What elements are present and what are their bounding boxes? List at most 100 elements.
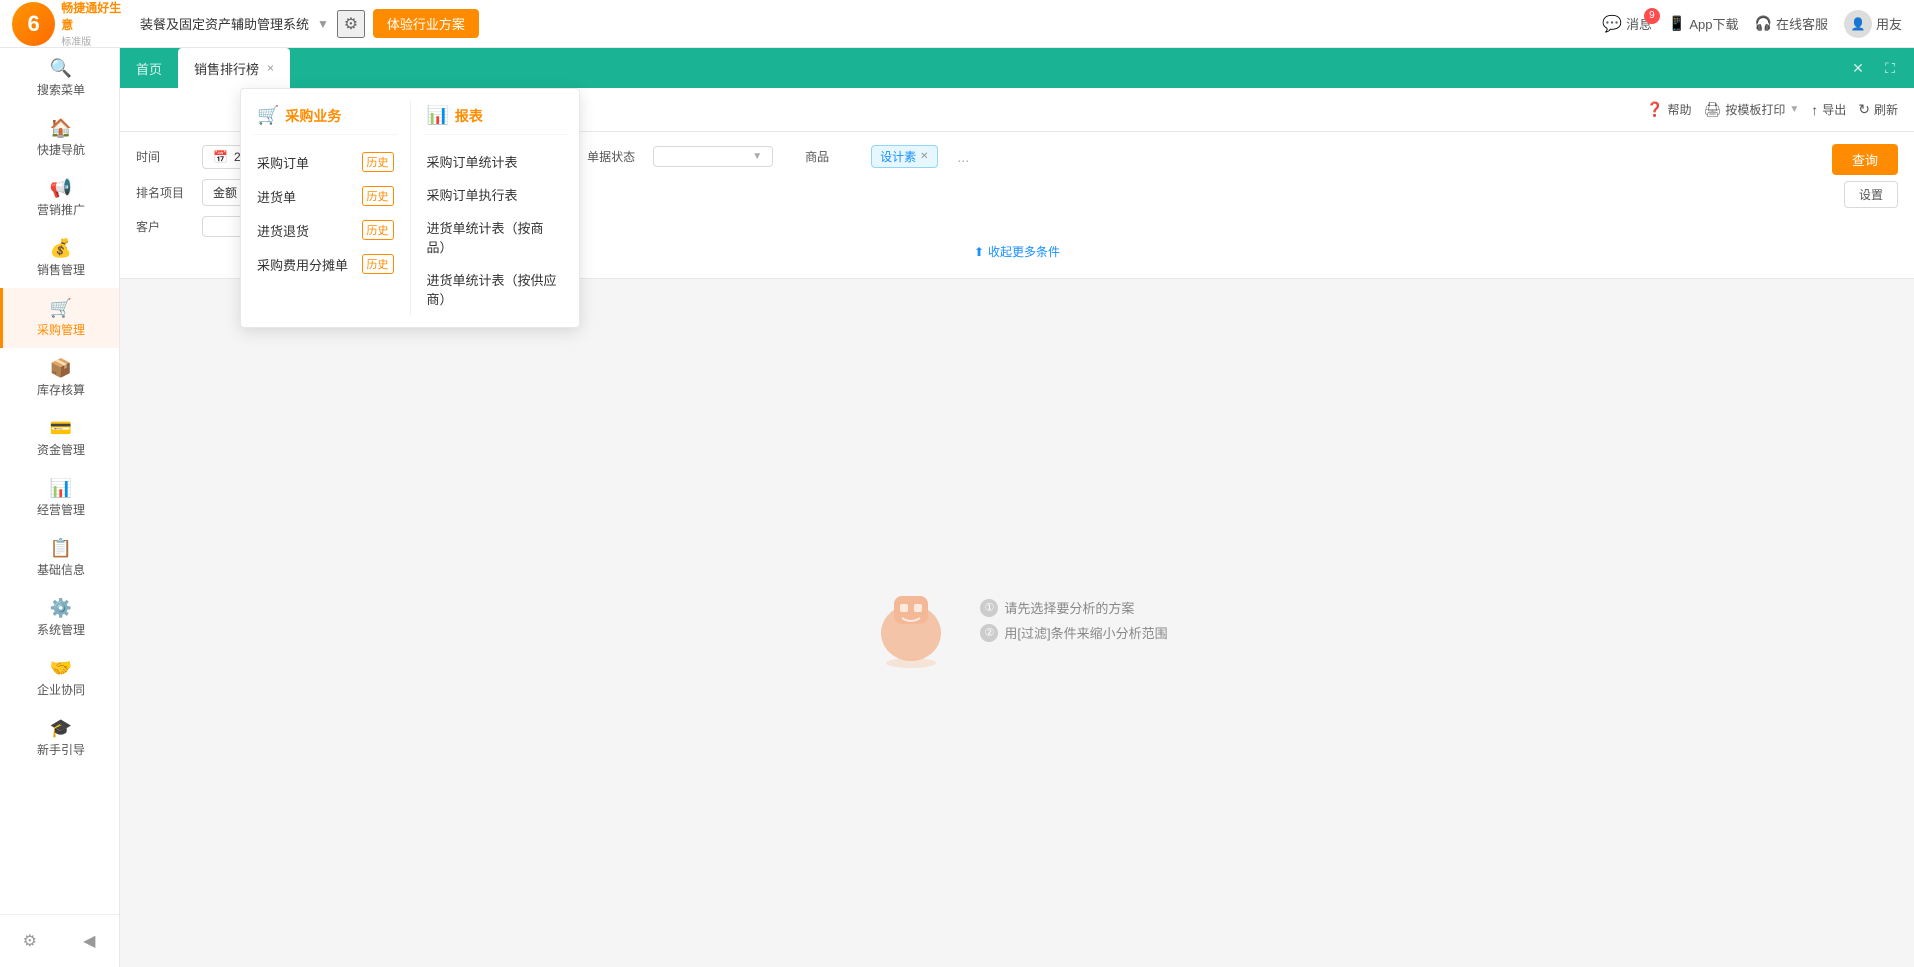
export-icon: ↑ (1811, 102, 1818, 118)
sidebar: 🔍 搜索菜单 🏠 快捷导航 📢 营销推广 💰 销售管理 🛒 采购管理 📦 (0, 48, 120, 967)
sidebar-item-purchase[interactable]: 🛒 采购管理 (0, 288, 119, 348)
dropdown-item-purchase-order[interactable]: 采购订单 历史 (253, 145, 398, 179)
top-bar-left: 6 畅捷通好生意 标准版 装餐及固定资产辅助管理系统 ▼ ⚙ 体验行业方案 (12, 0, 1602, 48)
status-select[interactable]: ▼ (653, 146, 773, 167)
sidebar-label-basic-info: 基础信息 (37, 561, 85, 578)
goods-receipt-by-goods-label: 进货单统计表（按商品） (427, 218, 564, 256)
sidebar-item-newbie[interactable]: 🎓 新手引导 (0, 708, 119, 768)
step1-text: 请先选择要分析的方案 (1004, 598, 1134, 617)
goods-return-label: 进货退货 (257, 221, 309, 240)
empty-step-2: ② 用[过滤]条件来缩小分析范围 (980, 623, 1167, 642)
goods-more-dots[interactable]: ... (958, 149, 970, 165)
goods-receipt-history-badge: 历史 (362, 186, 394, 206)
filter-btn-group: 查询 设置 (1832, 144, 1898, 208)
tab-bar: 首页 销售排行榜 × 🛒 采购业务 采购订单 历史 (120, 48, 1914, 88)
sidebar-nav: 🔍 搜索菜单 🏠 快捷导航 📢 营销推广 💰 销售管理 🛒 采购管理 📦 (0, 48, 119, 914)
goods-return-history-badge: 历史 (362, 220, 394, 240)
dropdown-item-goods-receipt-by-supplier[interactable]: 进货单统计表（按供应商） (423, 263, 568, 315)
sidebar-item-operations[interactable]: 📊 经营管理 (0, 468, 119, 528)
industry-button[interactable]: 体验行业方案 (373, 9, 479, 38)
robot-svg (866, 578, 956, 668)
report-col-icon: 📊 (427, 105, 449, 126)
chevron-down-icon: ▼ (752, 151, 762, 162)
dropdown-item-goods-return[interactable]: 进货退货 历史 (253, 213, 398, 247)
goods-filter-label: 商品 (805, 148, 855, 165)
sidebar-label-purchase: 采购管理 (37, 321, 85, 338)
purchase-order-stats-label: 采购订单统计表 (427, 152, 518, 171)
sidebar-label-quick-nav: 快捷导航 (37, 141, 85, 158)
settings-icon-btn[interactable]: ⚙ (337, 10, 365, 38)
ranking-filter-label: 排名项目 (136, 184, 186, 201)
export-btn[interactable]: ↑ 导出 (1811, 101, 1846, 118)
graduation-icon: 🎓 (50, 718, 72, 739)
customer-filter-label: 客户 (136, 218, 186, 235)
help-label: 帮助 (1668, 101, 1692, 118)
user-item[interactable]: 👤 用友 (1844, 10, 1902, 38)
report-header-label: 报表 (455, 106, 483, 126)
user-label: 用友 (1876, 14, 1902, 33)
sidebar-item-enterprise[interactable]: 🤝 企业协同 (0, 648, 119, 708)
content-area: 首页 销售排行榜 × 🛒 采购业务 采购订单 历史 (120, 48, 1914, 967)
sidebar-item-search[interactable]: 🔍 搜索菜单 (0, 48, 119, 108)
help-icon: ❓ (1646, 101, 1663, 118)
sidebar-label-inventory: 库存核算 (37, 381, 85, 398)
tab-close-icon[interactable]: × (267, 61, 274, 75)
date-filter-label: 时间 (136, 148, 186, 165)
tab-close-all-icon[interactable]: ✕ (1846, 56, 1870, 80)
sidebar-item-basic-info[interactable]: 📋 基础信息 (0, 528, 119, 588)
sidebar-item-system[interactable]: ⚙️ 系统管理 (0, 588, 119, 648)
purchase-order-exec-label: 采购订单执行表 (427, 185, 518, 204)
sidebar-item-inventory[interactable]: 📦 库存核算 (0, 348, 119, 408)
sidebar-label-finance: 资金管理 (37, 441, 85, 458)
card-icon: 💳 (50, 418, 72, 439)
step1-num: ① (980, 599, 998, 617)
purchase-col-icon: 🛒 (257, 105, 279, 126)
dropdown-item-purchase-order-stats[interactable]: 采购订单统计表 (423, 145, 568, 178)
step2-num: ② (980, 624, 998, 642)
system-title-dropdown[interactable]: ▼ (317, 17, 329, 31)
goods-tag[interactable]: 设计素 ✕ (871, 145, 937, 168)
sidebar-item-marketing[interactable]: 📢 营销推广 (0, 168, 119, 228)
print-label: 按模板打印 (1725, 101, 1785, 118)
print-dropdown-icon[interactable]: ▼ (1789, 104, 1799, 115)
collapse-icon: ⬆ (974, 245, 984, 259)
goods-receipt-label: 进货单 (257, 187, 296, 206)
purchase-expense-label: 采购费用分摊单 (257, 255, 348, 274)
box-icon: 📦 (50, 358, 72, 379)
dropdown-item-goods-receipt-by-goods[interactable]: 进货单统计表（按商品） (423, 211, 568, 263)
sidebar-label-system: 系统管理 (37, 621, 85, 638)
print-btn[interactable]: 🖨 按模板打印 ▼ (1704, 101, 1800, 118)
tab-fullscreen-icon[interactable]: ⛶ (1878, 56, 1902, 80)
refresh-btn[interactable]: ↻ 刷新 (1858, 101, 1898, 118)
dropdown-purchase-header: 🛒 采购业务 (253, 101, 398, 135)
tab-sales-ranking[interactable]: 销售排行榜 × (178, 48, 290, 88)
sidebar-item-finance[interactable]: 💳 资金管理 (0, 408, 119, 468)
home-icon: 🏠 (50, 118, 72, 139)
sidebar-item-sales[interactable]: 💰 销售管理 (0, 228, 119, 288)
dropdown-item-purchase-order-exec[interactable]: 采购订单执行表 (423, 178, 568, 211)
date-icon: 📅 (213, 150, 228, 164)
help-btn[interactable]: ❓ 帮助 (1646, 101, 1691, 118)
step2-text: 用[过滤]条件来缩小分析范围 (1004, 623, 1167, 642)
gear-icon: ⚙️ (50, 598, 72, 619)
dropdown-item-purchase-expense[interactable]: 采购费用分摊单 历史 (253, 247, 398, 281)
sidebar-settings-btn[interactable]: ⚙ (14, 925, 46, 957)
filter-settings-button[interactable]: 设置 (1844, 181, 1898, 208)
online-service-label: 在线客服 (1776, 14, 1828, 33)
query-button[interactable]: 查询 (1832, 144, 1898, 175)
goods-receipt-by-supplier-label: 进货单统计表（按供应商） (427, 270, 564, 308)
app-download-item[interactable]: 📱 App下载 (1668, 14, 1739, 33)
online-service-item[interactable]: 🎧 在线客服 (1755, 14, 1828, 33)
export-label: 导出 (1822, 101, 1846, 118)
headset-icon: 🎧 (1755, 15, 1772, 32)
logo-text-block: 畅捷通好生意 标准版 (61, 0, 132, 48)
notifications-item[interactable]: 💬 9 消息 (1602, 14, 1652, 34)
tab-home[interactable]: 首页 (120, 48, 178, 88)
goods-tag-close-icon[interactable]: ✕ (920, 151, 928, 162)
purchase-order-label: 采购订单 (257, 153, 309, 172)
dropdown-item-goods-receipt[interactable]: 进货单 历史 (253, 179, 398, 213)
sidebar-collapse-btn[interactable]: ◀ (73, 925, 105, 957)
dropdown-report-header: 📊 报表 (423, 101, 568, 135)
sidebar-item-quick-nav[interactable]: 🏠 快捷导航 (0, 108, 119, 168)
purchase-order-history-badge: 历史 (362, 152, 394, 172)
